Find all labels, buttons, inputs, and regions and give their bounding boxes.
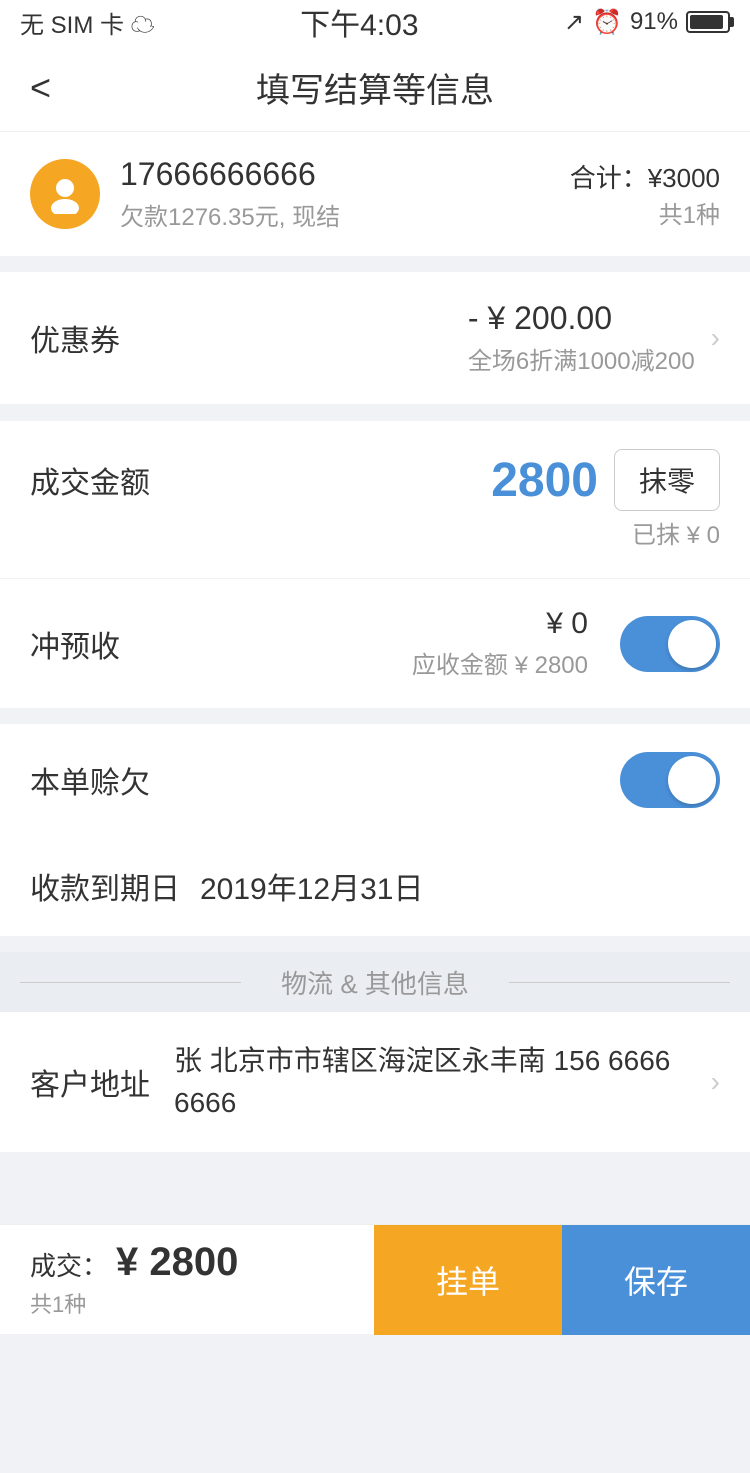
chevron-right-icon: › (711, 322, 720, 354)
divider-left (20, 982, 241, 983)
bendan-toggle[interactable] (620, 752, 720, 808)
section-divider-2 (0, 708, 750, 724)
status-bar: 无 SIM 卡 ☁ 下午4:03 ↗ ⏰ 91% (0, 0, 750, 44)
header: < 填写结算等信息 (0, 44, 750, 132)
discount-label: 优惠券 (30, 316, 120, 360)
bottom-deal-row: 成交： ¥ 2800 (30, 1240, 344, 1285)
total-count: 共1种 (570, 195, 720, 230)
customer-card: 17666666666 欠款1276.35元, 现结 合计：¥3000 共1种 (0, 132, 750, 256)
battery-icon (686, 11, 730, 33)
discount-amount: - ¥ 200.00 (468, 300, 695, 337)
deal-amount-row: 成交金额 2800 抹零 (30, 449, 720, 511)
page-title: 填写结算等信息 (256, 63, 494, 112)
customer-sub: 欠款1276.35元, 现结 (120, 197, 340, 232)
battery-percent: 91% (630, 8, 678, 36)
location-icon: ↗ (564, 8, 584, 37)
avatar (30, 159, 100, 229)
status-left: 无 SIM 卡 ☁ (20, 5, 155, 40)
section-divider-1 (0, 405, 750, 421)
save-button[interactable]: 保存 (562, 1225, 750, 1335)
total-label: 合计：¥3000 (570, 158, 720, 195)
chong-sub: 应收金额 ¥ 2800 (412, 645, 588, 680)
deal-amount-label: 成交金额 (30, 458, 150, 502)
bendan-section: 本单赊欠 (0, 724, 750, 836)
clock-icon: ⏰ (592, 8, 622, 37)
deal-amount-section: 成交金额 2800 抹零 已抹 ¥ 0 (0, 421, 750, 579)
logistics-divider: 物流 & 其他信息 (0, 952, 750, 1012)
divider-right (509, 982, 730, 983)
discount-right: - ¥ 200.00 全场6折满1000减200 › (468, 300, 720, 376)
address-section[interactable]: 客户地址 张 北京市市辖区海淀区永丰南 156 6666 6666 › (0, 1012, 750, 1153)
back-button[interactable]: < (30, 67, 90, 109)
discount-row[interactable]: 优惠券 - ¥ 200.00 全场6折满1000减200 › (0, 272, 750, 405)
discount-sub: 全场6折满1000减200 (468, 341, 695, 376)
chong-toggle[interactable] (620, 616, 720, 672)
duedate-section: 收款到期日 2019年12月31日 (0, 836, 750, 936)
customer-info: 17666666666 欠款1276.35元, 现结 (120, 156, 340, 232)
address-chevron-icon: › (711, 1066, 720, 1098)
duedate-label: 收款到期日 (30, 864, 180, 908)
bottom-deal-count: 共1种 (30, 1287, 344, 1319)
bottom-deal-label: 成交： (30, 1246, 108, 1283)
logistics-text: 物流 & 其他信息 (281, 964, 469, 1001)
bendan-label: 本单赊欠 (30, 758, 150, 802)
chong-amount: ¥ 0 (412, 607, 588, 641)
status-right: ↗ ⏰ 91% (564, 8, 730, 37)
hang-button[interactable]: 挂单 (374, 1225, 562, 1335)
bottom-deal-amount: ¥ 2800 (116, 1240, 238, 1285)
status-time: 下午4:03 (300, 0, 418, 44)
customer-total: 合计：¥3000 共1种 (570, 158, 720, 230)
customer-left: 17666666666 欠款1276.35元, 现结 (30, 156, 340, 232)
deal-amount-right: 2800 抹零 (491, 449, 720, 511)
chong-info: ¥ 0 应收金额 ¥ 2800 (412, 607, 588, 680)
chong-right: ¥ 0 应收金额 ¥ 2800 (412, 607, 720, 680)
customer-phone: 17666666666 (120, 156, 340, 193)
round-button[interactable]: 抹零 (614, 449, 720, 511)
address-label: 客户地址 (30, 1060, 150, 1104)
deal-amount-sub: 已抹 ¥ 0 (30, 515, 720, 550)
duedate-value: 2019年12月31日 (200, 864, 423, 908)
chong-section: 冲预收 ¥ 0 应收金额 ¥ 2800 (0, 579, 750, 708)
bottom-info: 成交： ¥ 2800 共1种 (0, 1240, 374, 1319)
address-value: 张 北京市市辖区海淀区永丰南 156 6666 6666 (174, 1040, 711, 1124)
sim-status: 无 SIM 卡 ☁ (20, 5, 155, 40)
bottom-bar: 成交： ¥ 2800 共1种 挂单 保存 (0, 1224, 750, 1334)
chong-label: 冲预收 (30, 622, 120, 666)
deal-amount-value: 2800 (491, 453, 598, 508)
